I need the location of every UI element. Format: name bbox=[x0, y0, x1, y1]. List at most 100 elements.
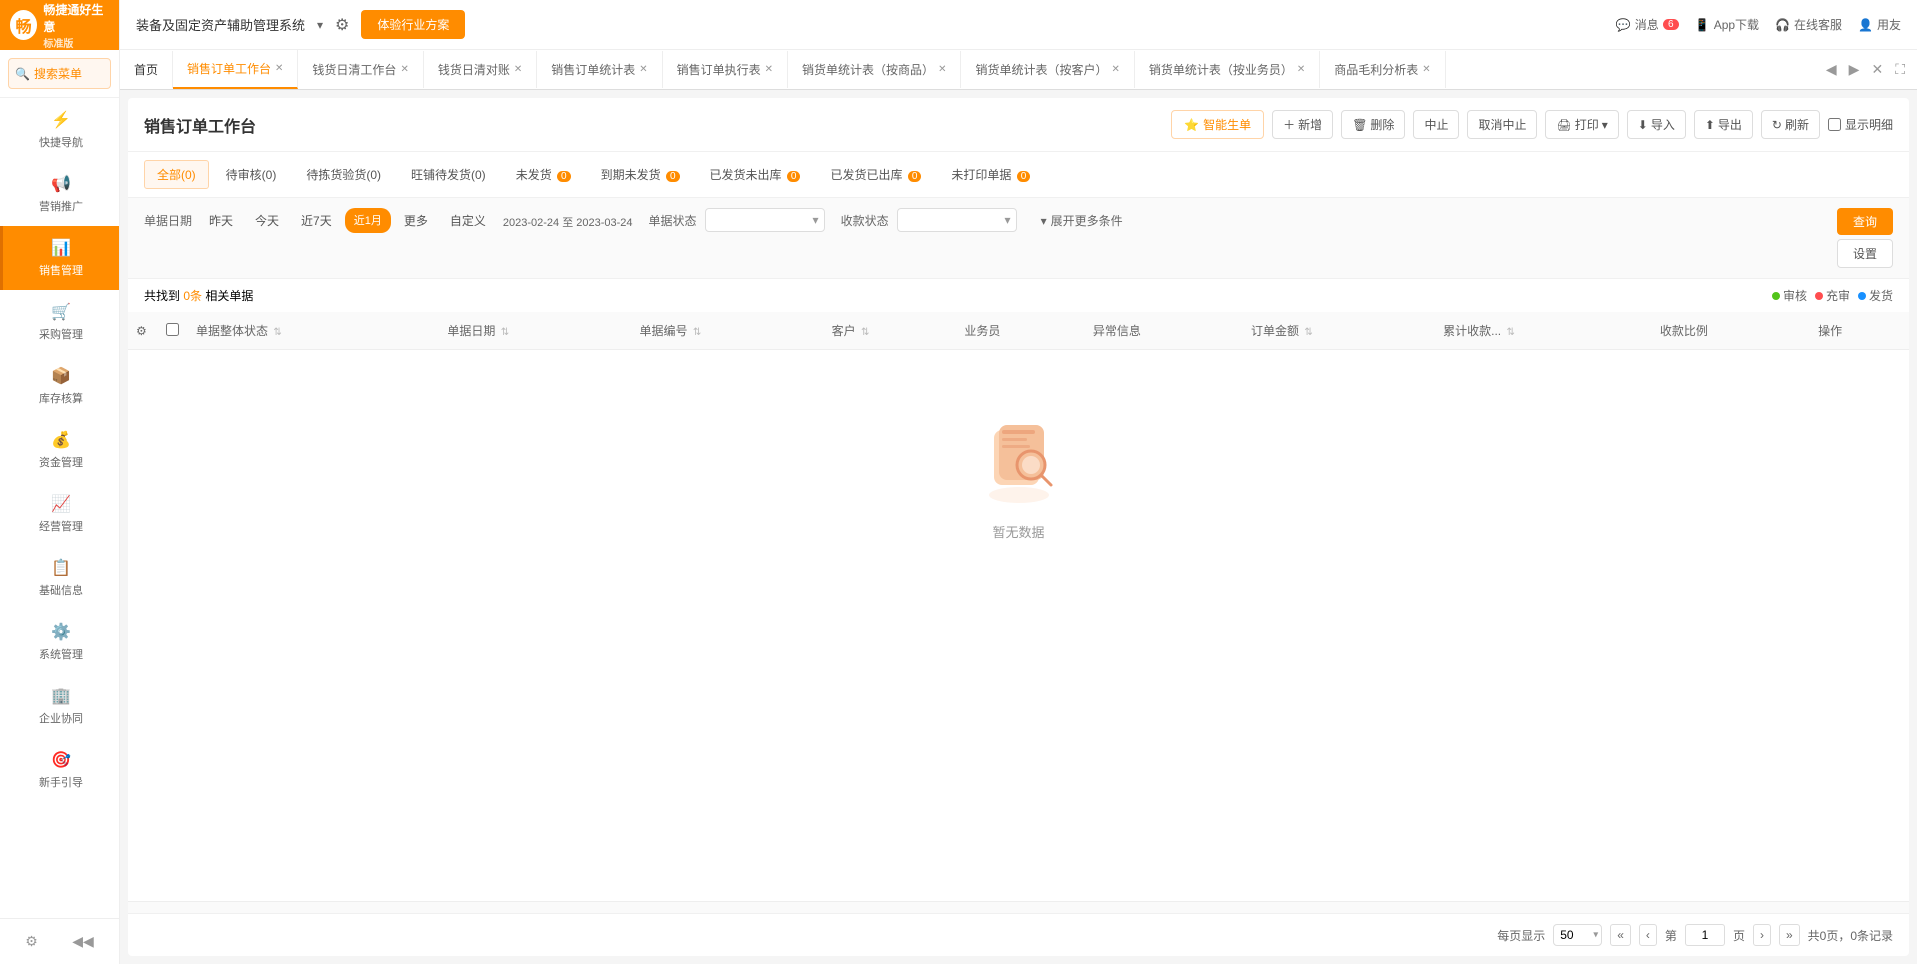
sales-stats-tab-close[interactable]: ✕ bbox=[639, 64, 647, 75]
sort-number-icon: ⇅ bbox=[693, 327, 701, 338]
sales-exec-tab-close[interactable]: ✕ bbox=[765, 64, 773, 75]
last-page-btn[interactable]: » bbox=[1779, 924, 1800, 946]
user-menu-btn[interactable]: 👤 用友 bbox=[1858, 16, 1901, 33]
col-status[interactable]: 单据整体状态 ⇅ bbox=[188, 312, 439, 350]
sidebar-item-system[interactable]: ⚙️ 系统管理 bbox=[0, 610, 119, 674]
date-btn-7days[interactable]: 近7天 bbox=[292, 208, 341, 233]
sidebar-item-guide[interactable]: 🎯 新手引导 bbox=[0, 738, 119, 802]
per-page-select[interactable]: 20 50 100 200 bbox=[1553, 924, 1602, 946]
sub-tab-unshipped[interactable]: 未发货 0 bbox=[503, 160, 584, 189]
cash-reconcile-tab-close[interactable]: ✕ bbox=[514, 64, 522, 75]
tab-cash-daily[interactable]: 钱货日清工作台 ✕ bbox=[298, 51, 423, 88]
sub-tab-pending-review[interactable]: 待审核(0) bbox=[213, 160, 290, 189]
status-select[interactable] bbox=[705, 208, 825, 232]
sidebar-item-inventory[interactable]: 📦 库存核算 bbox=[0, 354, 119, 418]
batch-revoke-btn[interactable]: 充审 bbox=[1815, 287, 1850, 304]
sub-tab-overdue-unshipped[interactable]: 到期未发货 0 bbox=[588, 160, 693, 189]
sidebar-item-finance[interactable]: 💰 资金管理 bbox=[0, 418, 119, 482]
collapse-btn[interactable]: ◀◀ bbox=[66, 927, 100, 956]
batch-audit-btn[interactable]: 审核 bbox=[1772, 287, 1807, 304]
col-received[interactable]: 累计收款... ⇅ bbox=[1435, 312, 1652, 350]
sub-tab-pending-check-label: 待拣货验货(0) bbox=[306, 168, 381, 182]
sub-tab-shipped-not-stored[interactable]: 已发货未出库 0 bbox=[697, 160, 814, 189]
tab-home[interactable]: 首页 bbox=[120, 51, 173, 88]
sub-tab-unprinted[interactable]: 未打印单据 0 bbox=[938, 160, 1043, 189]
show-detail-checkbox[interactable] bbox=[1828, 118, 1841, 131]
batch-ship-btn[interactable]: 发货 bbox=[1858, 287, 1893, 304]
tabs-close-all-btn[interactable]: ✕ bbox=[1867, 57, 1887, 82]
sub-tab-pending-check[interactable]: 待拣货验货(0) bbox=[293, 160, 394, 189]
col-amount[interactable]: 订单金额 ⇅ bbox=[1243, 312, 1435, 350]
margin-analysis-tab-close[interactable]: ✕ bbox=[1422, 64, 1430, 75]
solution-btn[interactable]: 体验行业方案 bbox=[361, 10, 465, 39]
message-btn[interactable]: 💬 消息 6 bbox=[1616, 16, 1679, 33]
sidebar-item-operations[interactable]: 📈 经营管理 bbox=[0, 482, 119, 546]
delete-btn[interactable]: 🗑 删除 bbox=[1341, 110, 1405, 139]
tab-sales-stats-staff[interactable]: 销货单统计表（按业务员） ✕ bbox=[1135, 51, 1320, 88]
date-range-display: 2023-02-24 至 2023-03-24 bbox=[503, 214, 633, 230]
topbar-settings-btn[interactable]: ⚙ bbox=[335, 15, 349, 35]
tab-sales-stats-customer[interactable]: 销货单统计表（按客户） ✕ bbox=[961, 51, 1134, 88]
settings-bottom-btn[interactable]: ⚙ bbox=[19, 927, 44, 956]
search-menu-btn[interactable]: 🔍 搜索菜单 bbox=[8, 58, 111, 89]
sales-stats-staff-tab-close[interactable]: ✕ bbox=[1297, 64, 1305, 75]
tabs-maximize-btn[interactable]: ⛶ bbox=[1891, 57, 1909, 82]
print-btn[interactable]: 🖨 打印 ▾ bbox=[1545, 110, 1618, 139]
sidebar-item-marketing[interactable]: 📢 营销推广 bbox=[0, 162, 119, 226]
filter-set-btn[interactable]: 设置 bbox=[1837, 239, 1893, 268]
sub-tab-wangpu-ship[interactable]: 旺铺待发货(0) bbox=[398, 160, 499, 189]
expand-filter-btn[interactable]: ▾ 展开更多条件 bbox=[1033, 208, 1131, 233]
col-number[interactable]: 单据编号 ⇅ bbox=[631, 312, 823, 350]
next-page-btn[interactable]: › bbox=[1753, 924, 1771, 946]
app-download-btn[interactable]: 📱 App下载 bbox=[1695, 16, 1759, 33]
online-service-btn[interactable]: 🎧 在线客服 bbox=[1775, 16, 1842, 33]
add-btn[interactable]: ＋ 新增 bbox=[1272, 110, 1333, 139]
show-detail-label[interactable]: 显示明细 bbox=[1828, 116, 1893, 133]
prev-page-btn[interactable]: ‹ bbox=[1639, 924, 1657, 946]
sales-stats-product-tab-close[interactable]: ✕ bbox=[938, 64, 946, 75]
select-all-checkbox[interactable] bbox=[166, 323, 179, 336]
tab-margin-analysis[interactable]: 商品毛利分析表 ✕ bbox=[1320, 51, 1445, 88]
date-btn-1month[interactable]: 近1月 bbox=[345, 208, 391, 233]
date-btn-today[interactable]: 今天 bbox=[246, 208, 288, 233]
payment-select[interactable] bbox=[897, 208, 1017, 232]
refresh-btn[interactable]: ↻ 刷新 bbox=[1761, 110, 1820, 139]
stop-btn[interactable]: 中止 bbox=[1413, 110, 1459, 139]
tabs-prev-btn[interactable]: ◀ bbox=[1822, 57, 1841, 82]
cash-daily-tab-close[interactable]: ✕ bbox=[400, 64, 408, 75]
sales-stats-staff-tab-label: 销货单统计表（按业务员） bbox=[1149, 61, 1293, 78]
system-dropdown[interactable]: ▾ bbox=[317, 18, 323, 32]
col-customer[interactable]: 客户 ⇅ bbox=[824, 312, 957, 350]
page-input[interactable] bbox=[1685, 924, 1725, 946]
tab-sales-stats-product[interactable]: 销货单统计表（按商品） ✕ bbox=[788, 51, 961, 88]
tab-sales-stats[interactable]: 销售订单统计表 ✕ bbox=[537, 51, 662, 88]
sub-tab-all-label: 全部(0) bbox=[157, 168, 196, 182]
sidebar-item-enterprise[interactable]: 🏢 企业协同 bbox=[0, 674, 119, 738]
col-date[interactable]: 单据日期 ⇅ bbox=[439, 312, 631, 350]
sales-stats-customer-tab-close[interactable]: ✕ bbox=[1111, 64, 1119, 75]
horizontal-scroll[interactable] bbox=[128, 901, 1909, 913]
sub-tab-shipped-stored[interactable]: 已发货已出库 0 bbox=[817, 160, 934, 189]
import-btn[interactable]: ⬇ 导入 bbox=[1627, 110, 1686, 139]
tab-sales-exec[interactable]: 销售订单执行表 ✕ bbox=[663, 51, 788, 88]
date-btn-custom[interactable]: 自定义 bbox=[441, 208, 495, 233]
col-settings[interactable]: ⚙ bbox=[128, 312, 158, 350]
date-btn-more[interactable]: 更多 bbox=[395, 208, 437, 233]
first-page-btn[interactable]: « bbox=[1610, 924, 1631, 946]
tabs-next-btn[interactable]: ▶ bbox=[1845, 57, 1864, 82]
tab-sales-order[interactable]: 销售订单工作台 ✕ bbox=[173, 50, 298, 89]
sidebar-item-quick-nav[interactable]: ⚡ 快捷导航 bbox=[0, 98, 119, 162]
sidebar-item-purchase[interactable]: 🛒 采购管理 bbox=[0, 290, 119, 354]
query-btn[interactable]: 查询 bbox=[1837, 208, 1893, 235]
refresh-label: 刷新 bbox=[1785, 116, 1809, 133]
sub-tab-all[interactable]: 全部(0) bbox=[144, 160, 209, 189]
export-btn[interactable]: ⬆ 导出 bbox=[1694, 110, 1753, 139]
sales-order-tab-close[interactable]: ✕ bbox=[275, 63, 283, 74]
cancel-stop-btn[interactable]: 取消中止 bbox=[1467, 110, 1537, 139]
date-btn-yesterday[interactable]: 昨天 bbox=[200, 208, 242, 233]
tab-cash-reconcile[interactable]: 钱货日清对账 ✕ bbox=[424, 51, 537, 88]
col-checkbox bbox=[158, 312, 188, 350]
smart-order-btn[interactable]: ⭐ 智能生单 bbox=[1171, 110, 1264, 139]
sidebar-item-base-info[interactable]: 📋 基础信息 bbox=[0, 546, 119, 610]
sidebar-item-sales[interactable]: 📊 销售管理 bbox=[0, 226, 119, 290]
